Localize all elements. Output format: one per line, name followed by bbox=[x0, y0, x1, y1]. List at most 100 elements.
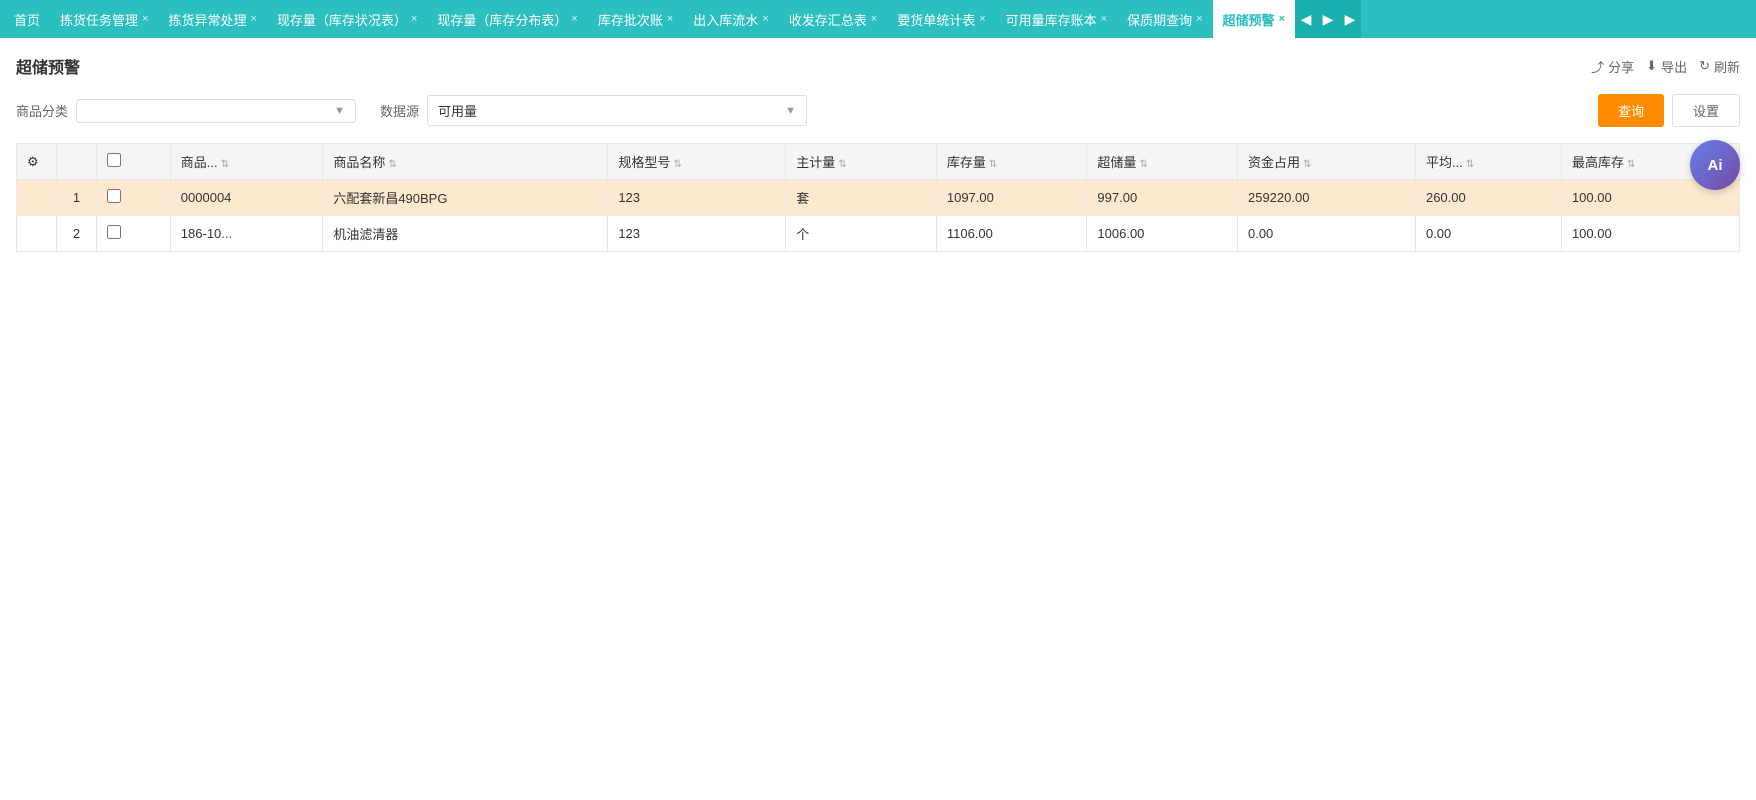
query-button[interactable]: 查询 bbox=[1598, 94, 1664, 127]
row-product-name-1: 机油滤清器 bbox=[323, 216, 608, 252]
ai-assistant-button[interactable]: Ai bbox=[1690, 140, 1740, 190]
refresh-button[interactable]: ↻ 刷新 bbox=[1699, 57, 1740, 76]
nav-item-exception[interactable]: 拣货异常处理 × bbox=[158, 0, 266, 38]
sort-icon-product-code: ⇅ bbox=[221, 159, 229, 170]
row-spec-1: 123 bbox=[608, 216, 786, 252]
top-navigation: 首页 拣货任务管理 × 拣货异常处理 × 现存量（库存状况表） × 现存量（库存… bbox=[0, 0, 1756, 38]
nav-close-demand[interactable]: × bbox=[979, 13, 985, 25]
sort-icon-unit: ⇅ bbox=[838, 159, 846, 170]
nav-item-available[interactable]: 可用量库存账本 × bbox=[996, 0, 1117, 38]
nav-close-exception[interactable]: × bbox=[250, 13, 256, 25]
th-checkbox bbox=[97, 144, 171, 180]
th-overstock[interactable]: 超储量⇅ bbox=[1087, 144, 1238, 180]
nav-item-overstock[interactable]: 超储预警 × bbox=[1213, 0, 1295, 38]
datasource-select-value: 可用量 bbox=[438, 101, 477, 120]
sort-icon-overstock: ⇅ bbox=[1139, 159, 1147, 170]
th-product-code[interactable]: 商品...⇅ bbox=[170, 144, 323, 180]
nav-item-summary[interactable]: 收发存汇总表 × bbox=[779, 0, 887, 38]
row-checkbox-0[interactable] bbox=[97, 180, 171, 216]
row-max-stock-1: 100.00 bbox=[1561, 216, 1739, 252]
sort-icon-avg: ⇅ bbox=[1466, 159, 1474, 170]
row-capital-0: 259220.00 bbox=[1237, 180, 1415, 216]
datasource-label: 数据源 bbox=[380, 101, 419, 120]
page-header: 超储预警 ⤴ 分享 ⬇ 导出 ↻ 刷新 bbox=[16, 54, 1740, 78]
nav-next-button[interactable]: ▶ bbox=[1317, 0, 1339, 38]
nav-close-batch[interactable]: × bbox=[667, 13, 673, 25]
th-index bbox=[57, 144, 97, 180]
nav-prev-button[interactable]: ◀ bbox=[1295, 0, 1317, 38]
th-unit[interactable]: 主计量⇅ bbox=[786, 144, 937, 180]
row-avg-1: 0.00 bbox=[1415, 216, 1561, 252]
category-filter: 商品分类 ▼ bbox=[16, 99, 356, 123]
row-spec-0: 123 bbox=[608, 180, 786, 216]
th-settings: ⚙ bbox=[17, 144, 57, 180]
select-all-checkbox[interactable] bbox=[107, 153, 121, 167]
category-select[interactable]: ▼ bbox=[76, 99, 356, 123]
page-title: 超储预警 bbox=[16, 54, 80, 78]
nav-close-overstock[interactable]: × bbox=[1279, 13, 1285, 25]
row-capital-1: 0.00 bbox=[1237, 216, 1415, 252]
nav-more-button[interactable]: ▶ bbox=[1339, 0, 1361, 38]
row-product-code-0: 0000004 bbox=[170, 180, 323, 216]
sort-icon-product-name: ⇅ bbox=[388, 159, 396, 170]
filter-actions: 查询 设置 bbox=[1598, 94, 1740, 127]
sort-icon-stock: ⇅ bbox=[989, 159, 997, 170]
table-row: 2 186-10... 机油滤清器 123 个 1106.00 1006.00 … bbox=[17, 216, 1740, 252]
nav-item-task[interactable]: 拣货任务管理 × bbox=[50, 0, 158, 38]
row-stock-1: 1106.00 bbox=[936, 216, 1087, 252]
export-button[interactable]: ⬇ 导出 bbox=[1646, 57, 1687, 76]
row-avg-0: 260.00 bbox=[1415, 180, 1561, 216]
nav-item-inventory-dist[interactable]: 现存量（库存分布表） × bbox=[427, 0, 587, 38]
export-icon: ⬇ bbox=[1646, 58, 1657, 74]
settings-button[interactable]: 设置 bbox=[1672, 94, 1740, 127]
row-checkbox-1[interactable] bbox=[97, 216, 171, 252]
th-spec[interactable]: 规格型号⇅ bbox=[608, 144, 786, 180]
data-table: ⚙ 商品...⇅ 商品名称⇅ 规格型号⇅ 主计量⇅ bbox=[16, 143, 1740, 252]
sort-icon-max-stock: ⇅ bbox=[1627, 159, 1635, 170]
refresh-icon: ↻ bbox=[1699, 58, 1710, 74]
row-overstock-1: 1006.00 bbox=[1087, 216, 1238, 252]
sort-icon-spec: ⇅ bbox=[673, 159, 681, 170]
nav-close-flow[interactable]: × bbox=[762, 13, 768, 25]
th-product-name[interactable]: 商品名称⇅ bbox=[323, 144, 608, 180]
row-unit-0: 套 bbox=[786, 180, 937, 216]
header-actions: ⤴ 分享 ⬇ 导出 ↻ 刷新 bbox=[1591, 57, 1740, 76]
row-product-code-1: 186-10... bbox=[170, 216, 323, 252]
row-stock-0: 1097.00 bbox=[936, 180, 1087, 216]
page-content: 超储预警 ⤴ 分享 ⬇ 导出 ↻ 刷新 商品分类 ▼ 数据源 bbox=[0, 38, 1756, 800]
nav-item-batch[interactable]: 库存批次账 × bbox=[588, 0, 683, 38]
row-settings-1 bbox=[17, 216, 57, 252]
nav-close-inventory-dist[interactable]: × bbox=[571, 13, 577, 25]
row-checkbox-input-1[interactable] bbox=[107, 225, 121, 239]
row-index-1: 2 bbox=[57, 216, 97, 252]
nav-item-flow[interactable]: 出入库流水 × bbox=[683, 0, 778, 38]
nav-close-expiry[interactable]: × bbox=[1196, 13, 1202, 25]
table-row: 1 0000004 六配套新昌490BPG 123 套 1097.00 997.… bbox=[17, 180, 1740, 216]
sort-icon-capital: ⇅ bbox=[1303, 159, 1311, 170]
category-label: 商品分类 bbox=[16, 101, 68, 120]
share-button[interactable]: ⤴ 分享 bbox=[1591, 57, 1634, 76]
nav-item-home[interactable]: 首页 bbox=[4, 0, 50, 38]
nav-item-inventory-status[interactable]: 现存量（库存状况表） × bbox=[267, 0, 427, 38]
share-icon: ⤴ bbox=[1591, 57, 1604, 76]
row-index-0: 1 bbox=[57, 180, 97, 216]
row-checkbox-input-0[interactable] bbox=[107, 189, 121, 203]
category-chevron-icon: ▼ bbox=[334, 105, 345, 117]
row-product-name-0: 六配套新昌490BPG bbox=[323, 180, 608, 216]
datasource-filter: 数据源 可用量 ▼ bbox=[380, 95, 807, 126]
filter-bar: 商品分类 ▼ 数据源 可用量 ▼ 查询 设置 bbox=[16, 94, 1740, 127]
nav-item-expiry[interactable]: 保质期查询 × bbox=[1117, 0, 1212, 38]
gear-icon[interactable]: ⚙ bbox=[27, 154, 39, 169]
nav-close-available[interactable]: × bbox=[1101, 13, 1107, 25]
nav-close-summary[interactable]: × bbox=[871, 13, 877, 25]
datasource-select[interactable]: 可用量 ▼ bbox=[427, 95, 807, 126]
nav-item-demand[interactable]: 要货单统计表 × bbox=[887, 0, 995, 38]
nav-close-inventory-status[interactable]: × bbox=[411, 13, 417, 25]
nav-close-task[interactable]: × bbox=[142, 13, 148, 25]
th-avg[interactable]: 平均...⇅ bbox=[1415, 144, 1561, 180]
th-stock[interactable]: 库存量⇅ bbox=[936, 144, 1087, 180]
row-settings-0 bbox=[17, 180, 57, 216]
th-capital[interactable]: 资金占用⇅ bbox=[1237, 144, 1415, 180]
row-unit-1: 个 bbox=[786, 216, 937, 252]
row-overstock-0: 997.00 bbox=[1087, 180, 1238, 216]
